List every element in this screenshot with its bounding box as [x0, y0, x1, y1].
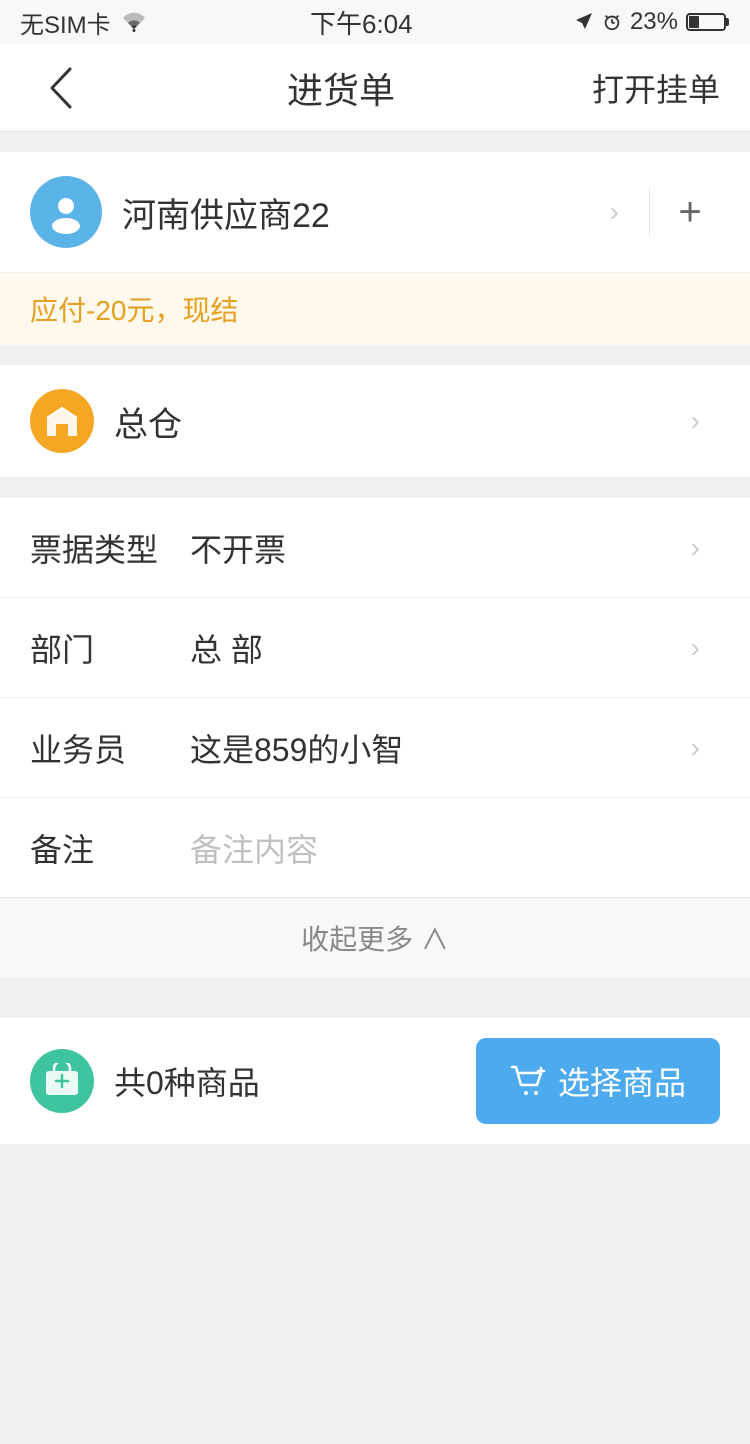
status-right: 23% [574, 8, 730, 36]
notice-text: 应付-20元，现结 [30, 295, 238, 326]
bottom-background [0, 1144, 750, 1444]
battery-label: 23% [630, 8, 678, 36]
product-count-icon [30, 1049, 94, 1113]
cart-icon [510, 1063, 546, 1099]
department-label: 部门 [30, 625, 170, 671]
section-gap-1 [0, 132, 750, 152]
carrier-label: 无SIM卡 [20, 5, 111, 40]
status-bar: 无SIM卡 下午6:04 23% [0, 0, 750, 44]
bottom-bar: 共0种商品 选择商品 [0, 1017, 750, 1144]
page-title: 进货单 [287, 62, 395, 114]
department-chevron-icon: › [691, 632, 700, 664]
notice-bar: 应付-20元，现结 [0, 273, 750, 345]
nav-bar: 进货单 打开挂单 [0, 44, 750, 132]
supplier-name: 河南供应商22 [122, 188, 610, 237]
wifi-icon [119, 11, 149, 33]
select-product-button[interactable]: 选择商品 [476, 1038, 720, 1124]
invoice-type-label: 票据类型 [30, 525, 170, 571]
supplier-chevron-icon: › [610, 196, 619, 228]
location-icon [574, 11, 594, 33]
collapse-label: 收起更多 ∧ [301, 918, 449, 958]
invoice-type-value: 不开票 [170, 525, 691, 571]
status-left: 无SIM卡 [20, 5, 149, 40]
department-row[interactable]: 部门 总 部 › [0, 597, 750, 697]
product-count-text: 共0种商品 [114, 1058, 476, 1104]
status-time: 下午6:04 [310, 4, 413, 41]
form-card: 票据类型 不开票 › 部门 总 部 › 业务员 这是859的小智 › 备注 备注… [0, 497, 750, 977]
remark-label: 备注 [30, 825, 170, 871]
add-supplier-button[interactable]: + [660, 182, 720, 242]
supplier-avatar [30, 176, 102, 248]
select-product-label: 选择商品 [558, 1058, 686, 1104]
section-gap-4 [0, 977, 750, 997]
salesperson-chevron-icon: › [691, 732, 700, 764]
invoice-type-chevron-icon: › [691, 532, 700, 564]
warehouse-card: 总仓 › [0, 365, 750, 477]
salesperson-label: 业务员 [30, 725, 170, 771]
section-gap-3 [0, 477, 750, 497]
back-button[interactable] [30, 58, 90, 118]
department-value: 总 部 [170, 625, 691, 671]
invoice-type-row[interactable]: 票据类型 不开票 › [0, 497, 750, 597]
warehouse-row[interactable]: 总仓 › [0, 365, 750, 477]
warehouse-chevron-icon: › [691, 405, 700, 437]
remark-value: 备注内容 [170, 825, 720, 871]
remark-row[interactable]: 备注 备注内容 [0, 797, 750, 897]
battery-icon [686, 11, 730, 33]
divider [649, 187, 650, 237]
open-pending-button[interactable]: 打开挂单 [592, 65, 720, 111]
warehouse-avatar [30, 389, 94, 453]
salesperson-row[interactable]: 业务员 这是859的小智 › [0, 697, 750, 797]
supplier-card: 河南供应商22 › + 应付-20元，现结 [0, 152, 750, 345]
section-gap-2 [0, 345, 750, 365]
supplier-row[interactable]: 河南供应商22 › + [0, 152, 750, 273]
salesperson-value: 这是859的小智 [170, 725, 691, 771]
warehouse-name: 总仓 [114, 397, 691, 446]
collapse-button[interactable]: 收起更多 ∧ [0, 897, 750, 977]
alarm-icon [602, 11, 622, 33]
